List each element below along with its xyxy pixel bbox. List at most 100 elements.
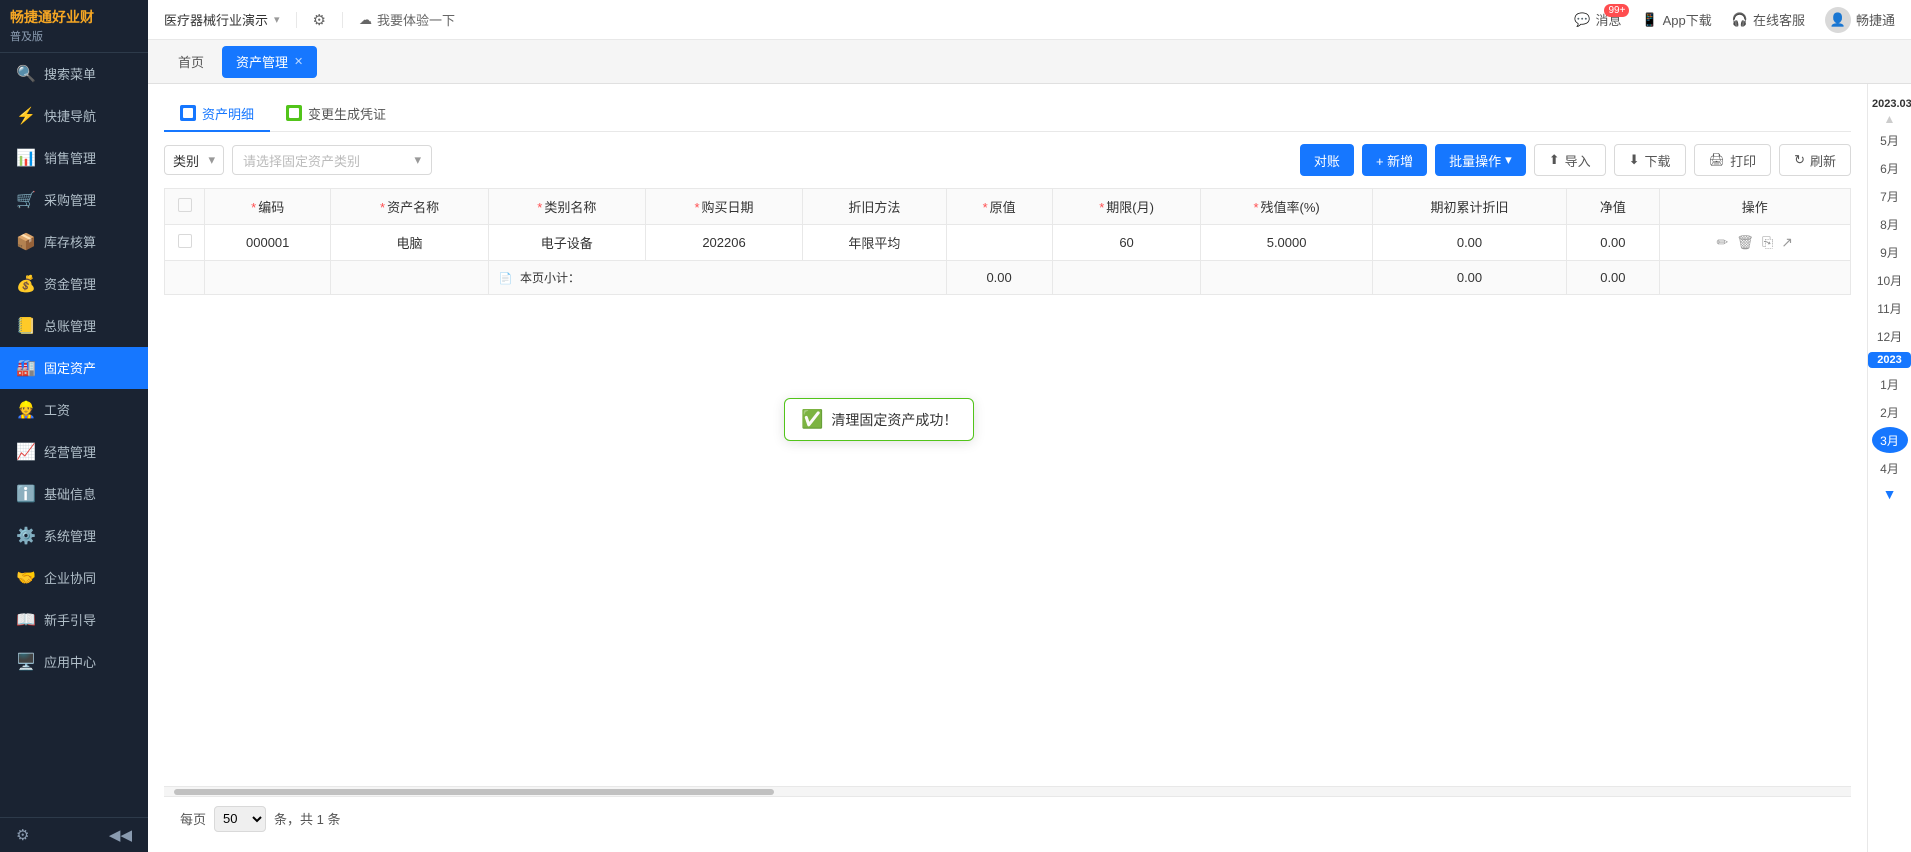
app-center-icon: 🖥️ bbox=[16, 652, 36, 672]
subtab-asset-detail[interactable]: 资产明细 bbox=[164, 96, 270, 132]
sidebar-item-sales[interactable]: 📊 销售管理 bbox=[0, 137, 148, 179]
print-button[interactable]: 🖨 打印 bbox=[1694, 144, 1772, 176]
toast-icon: ✅ bbox=[801, 409, 823, 430]
collapse-icon[interactable]: ◀◀ bbox=[109, 826, 132, 844]
sidebar-item-system[interactable]: ⚙️ 系统管理 bbox=[0, 515, 148, 557]
sales-icon: 📊 bbox=[16, 148, 36, 168]
th-original-value: *原值 bbox=[946, 189, 1052, 225]
sidebar-logo: 畅捷通好业财 普及版 bbox=[0, 0, 148, 53]
select-all-checkbox[interactable] bbox=[178, 198, 192, 212]
online-service-button[interactable]: 🎧 在线客服 bbox=[1732, 10, 1805, 29]
asset-detail-icon bbox=[180, 105, 196, 121]
sidebar-item-fixed-assets[interactable]: 🏭 固定资产 bbox=[0, 347, 148, 389]
sidebar-item-tutorial[interactable]: 📖 新手引导 bbox=[0, 599, 148, 641]
right-panel-month-10[interactable]: 10月 bbox=[1872, 267, 1908, 293]
export-icon: ⬆ bbox=[1549, 152, 1560, 168]
sidebar-item-quick-nav[interactable]: ⚡ 快捷导航 bbox=[0, 95, 148, 137]
user-name: 畅捷通 bbox=[1856, 10, 1895, 29]
print-label: 打印 bbox=[1730, 151, 1756, 170]
right-panel-month-5[interactable]: 5月 bbox=[1872, 127, 1908, 153]
sidebar-item-finance[interactable]: 💰 资金管理 bbox=[0, 263, 148, 305]
th-code: *编码 bbox=[205, 189, 331, 225]
reconcile-button[interactable]: 对账 bbox=[1300, 144, 1354, 176]
export-label: 导入 bbox=[1565, 151, 1591, 170]
right-panel-month-1[interactable]: 1月 bbox=[1872, 371, 1908, 397]
purchase-icon: 🛒 bbox=[16, 190, 36, 210]
sidebar-item-basic[interactable]: ℹ️ 基础信息 bbox=[0, 473, 148, 515]
right-panel-month-11[interactable]: 11月 bbox=[1872, 295, 1908, 321]
sidebar-item-purchase[interactable]: 🛒 采购管理 bbox=[0, 179, 148, 221]
sidebar-item-inventory[interactable]: 📦 库存核算 bbox=[0, 221, 148, 263]
user-menu[interactable]: 👤 畅捷通 bbox=[1825, 7, 1895, 33]
tab-home[interactable]: 首页 bbox=[164, 46, 218, 78]
download-button[interactable]: ⬇ 下载 bbox=[1614, 144, 1686, 176]
right-panel-month-12[interactable]: 12月 bbox=[1872, 323, 1908, 349]
copy-icon[interactable]: ⎘ bbox=[1762, 234, 1773, 251]
reconcile-label: 对账 bbox=[1314, 151, 1340, 170]
toolbar: 类别 ▾ 请选择固定资产类别 ▾ 对账 + 新增 bbox=[164, 144, 1851, 176]
sidebar-item-inventory-label: 库存核算 bbox=[44, 232, 96, 251]
td-code: 000001 bbox=[205, 225, 331, 261]
category-filter-select[interactable]: 类别 ▾ bbox=[164, 145, 224, 175]
right-panel-month-8[interactable]: 8月 bbox=[1872, 211, 1908, 237]
settings-icon[interactable]: ⚙ bbox=[16, 826, 29, 844]
batch-button[interactable]: 批量操作 ▾ bbox=[1435, 144, 1526, 176]
scrollbar-thumb[interactable] bbox=[174, 789, 774, 795]
online-service-icon: 🎧 bbox=[1732, 12, 1748, 28]
delete-icon[interactable]: 🗑 bbox=[1736, 234, 1754, 251]
edit-icon[interactable]: ✏ bbox=[1717, 234, 1729, 251]
tab-assets[interactable]: 资产管理 ✕ bbox=[222, 46, 317, 78]
sidebar-item-ledger[interactable]: 📒 总账管理 bbox=[0, 305, 148, 347]
th-name: *资产名称 bbox=[331, 189, 488, 225]
message-button[interactable]: 💬 消息 99+ bbox=[1574, 10, 1621, 29]
bottom-scrollbar[interactable] bbox=[164, 786, 1851, 796]
right-panel-month-2[interactable]: 2月 bbox=[1872, 399, 1908, 425]
ledger-icon: 📒 bbox=[16, 316, 36, 336]
right-panel-month-3[interactable]: 3月 bbox=[1872, 427, 1908, 453]
th-depreciation: 折旧方法 bbox=[803, 189, 946, 225]
right-panel-nav-down[interactable]: ▼ bbox=[1868, 486, 1911, 502]
right-panel-month-9[interactable]: 9月 bbox=[1872, 239, 1908, 265]
right-panel-nav-up[interactable]: ▲ bbox=[1868, 112, 1911, 126]
company-selector[interactable]: 医疗器械行业演示 ▾ bbox=[164, 10, 280, 29]
success-toast: ✅ 清理固定资产成功！ bbox=[784, 398, 974, 441]
row-checkbox[interactable] bbox=[178, 234, 192, 248]
company-name: 医疗器械行业演示 bbox=[164, 10, 268, 29]
per-page-select[interactable]: 50 100 200 bbox=[214, 806, 266, 832]
right-panel-month-7[interactable]: 7月 bbox=[1872, 183, 1908, 209]
sidebar-item-sales-label: 销售管理 bbox=[44, 148, 96, 167]
search-icon: 🔍 bbox=[16, 64, 36, 84]
more-icon[interactable]: ↗ bbox=[1781, 234, 1793, 251]
tab-close-icon[interactable]: ✕ bbox=[294, 55, 303, 68]
right-panel-year-label: 2023.03 bbox=[1872, 98, 1911, 110]
per-page-label: 每页 bbox=[180, 809, 206, 828]
content-main: 资产明细 变更生成凭证 类别 ▾ 请选择固定资产类别 bbox=[148, 84, 1867, 852]
assets-table: *编码 *资产名称 *类别名称 *购买日期 折旧方法 *原值 *期限(月) *残… bbox=[164, 188, 1851, 295]
experience-button[interactable]: ☁ 我要体验一下 bbox=[359, 10, 455, 29]
sidebar-item-payroll[interactable]: 👷 工资 bbox=[0, 389, 148, 431]
table-row: 000001 电脑 电子设备 202206 年限平均 60 5.0000 0.0… bbox=[165, 225, 1851, 261]
tab-assets-label: 资产管理 bbox=[236, 52, 288, 71]
settings-gear-icon[interactable]: ⚙ bbox=[313, 11, 326, 29]
category-filter-input[interactable]: 请选择固定资产类别 ▾ bbox=[232, 145, 432, 175]
subtotal-empty-2 bbox=[205, 261, 331, 295]
sidebar-item-payroll-label: 工资 bbox=[44, 400, 70, 419]
subtab-voucher[interactable]: 变更生成凭证 bbox=[270, 96, 402, 132]
sidebar-item-ops[interactable]: 📈 经营管理 bbox=[0, 431, 148, 473]
message-badge: 99+ bbox=[1604, 4, 1629, 17]
app-download-button[interactable]: 📱 App下载 bbox=[1641, 10, 1711, 29]
right-panel-month-6[interactable]: 6月 bbox=[1872, 155, 1908, 181]
sidebar-item-enterprise-label: 企业协同 bbox=[44, 568, 96, 587]
export-button[interactable]: ⬆ 导入 bbox=[1534, 144, 1606, 176]
topbar-divider bbox=[296, 12, 297, 28]
right-panel-month-4[interactable]: 4月 bbox=[1872, 455, 1908, 481]
app-download-icon: 📱 bbox=[1641, 12, 1657, 28]
sidebar-item-search[interactable]: 🔍 搜索菜单 bbox=[0, 53, 148, 95]
experience-icon: ☁ bbox=[359, 12, 372, 28]
sidebar-item-enterprise[interactable]: 🤝 企业协同 bbox=[0, 557, 148, 599]
new-button[interactable]: + 新增 bbox=[1362, 144, 1427, 176]
sidebar-item-app-center[interactable]: 🖥️ 应用中心 bbox=[0, 641, 148, 683]
sidebar: 畅捷通好业财 普及版 🔍 搜索菜单 ⚡ 快捷导航 📊 销售管理 🛒 采购管理 📦… bbox=[0, 0, 148, 852]
refresh-button[interactable]: ↻ 刷新 bbox=[1779, 144, 1851, 176]
sidebar-scroll: 🔍 搜索菜单 ⚡ 快捷导航 📊 销售管理 🛒 采购管理 📦 库存核算 💰 资金管… bbox=[0, 53, 148, 817]
